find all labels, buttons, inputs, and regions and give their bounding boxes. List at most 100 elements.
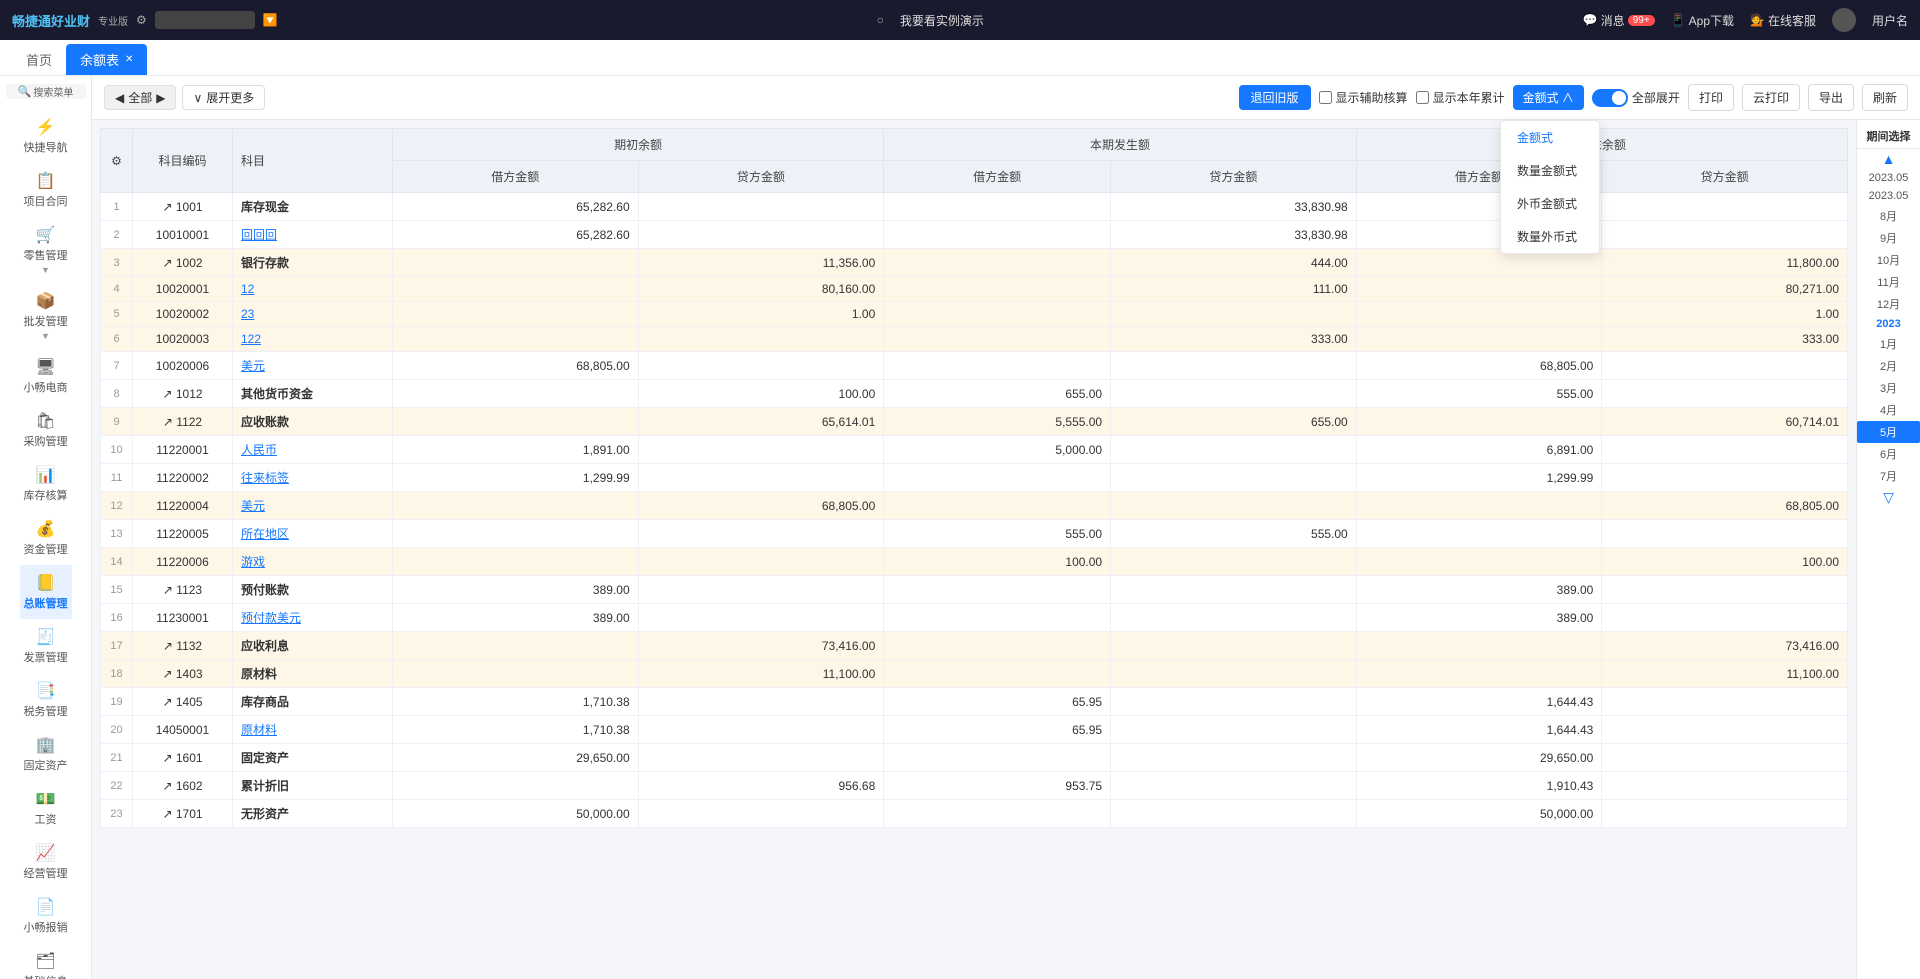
- toggle-control[interactable]: [1592, 89, 1628, 107]
- sidebar-item-基础信息[interactable]: 🗂 基础信息: [20, 943, 72, 979]
- dropdown-option-数量金额式[interactable]: 数量金额式: [1501, 154, 1599, 187]
- row-per-credit: [1111, 716, 1357, 744]
- expand-more-btn[interactable]: ∨ 展开更多: [182, 85, 265, 110]
- ytd-checkbox[interactable]: [1416, 91, 1429, 104]
- row-name[interactable]: 回回回: [233, 221, 393, 249]
- row-per-debit: 65.95: [884, 688, 1111, 716]
- row-code[interactable]: 11220002: [133, 464, 233, 492]
- period-month-8[interactable]: 8月: [1857, 205, 1920, 227]
- next-icon: ▶: [156, 91, 165, 105]
- message-btn[interactable]: 💬 消息 99+: [1583, 12, 1655, 29]
- sidebar-item-总账管理[interactable]: 📒 总账管理: [20, 565, 72, 619]
- print-btn[interactable]: 打印: [1688, 84, 1734, 111]
- row-name[interactable]: 原材料: [233, 716, 393, 744]
- row-per-credit: 444.00: [1111, 249, 1357, 277]
- row-code[interactable]: 11220006: [133, 548, 233, 576]
- row-op-credit: [638, 221, 884, 249]
- demo-text[interactable]: 我要看实例演示: [900, 12, 984, 29]
- row-num: 21: [101, 744, 133, 772]
- row-code[interactable]: 11220005: [133, 520, 233, 548]
- row-cl-credit: [1602, 380, 1848, 408]
- back-old-version-btn[interactable]: 退回旧版: [1239, 85, 1311, 110]
- sidebar-item-库存核算[interactable]: 📊 库存核算: [20, 457, 72, 511]
- sidebar-item-资金管理[interactable]: 💰 资金管理: [20, 511, 72, 565]
- row-name[interactable]: 往来标签: [233, 464, 393, 492]
- period-month-4[interactable]: 4月: [1857, 399, 1920, 421]
- period-month-6[interactable]: 6月: [1857, 443, 1920, 465]
- period-month-9[interactable]: 9月: [1857, 227, 1920, 249]
- tab-balance-sheet[interactable]: 余额表 ✕: [66, 44, 147, 75]
- period-collapse-up[interactable]: ▲: [1857, 149, 1920, 169]
- row-code[interactable]: 11230001: [133, 604, 233, 632]
- row-name[interactable]: 游戏: [233, 548, 393, 576]
- period-month-2[interactable]: 2月: [1857, 355, 1920, 377]
- sidebar-item-税务管理[interactable]: 📑 税务管理: [20, 673, 72, 727]
- period-month-10[interactable]: 10月: [1857, 249, 1920, 271]
- row-name[interactable]: 12: [233, 277, 393, 302]
- sidebar-item-小畅电商[interactable]: 🖥 小畅电商: [20, 349, 72, 403]
- row-code[interactable]: 10020002: [133, 302, 233, 327]
- row-per-credit: [1111, 632, 1357, 660]
- app-download-btn[interactable]: 📱 App下载: [1671, 12, 1734, 29]
- dropdown-option-数量外币式[interactable]: 数量外币式: [1501, 220, 1599, 253]
- row-code[interactable]: 10020001: [133, 277, 233, 302]
- row-op-debit: [393, 772, 639, 800]
- period-year-2023-label: 2023: [1857, 315, 1920, 333]
- period-month-1[interactable]: 1月: [1857, 333, 1920, 355]
- row-code[interactable]: 11220004: [133, 492, 233, 520]
- user-avatar[interactable]: [1832, 8, 1856, 32]
- row-name[interactable]: 人民币: [233, 436, 393, 464]
- search-menu-btn[interactable]: 🔍 搜索菜单: [6, 84, 86, 99]
- online-service-btn[interactable]: 💁 在线客服: [1750, 12, 1816, 29]
- demo-section: ○ 我要看实例演示: [877, 12, 984, 29]
- row-code[interactable]: 14050001: [133, 716, 233, 744]
- row-name[interactable]: 122: [233, 327, 393, 352]
- row-name[interactable]: 美元: [233, 352, 393, 380]
- row-cl-credit: [1602, 604, 1848, 632]
- period-month-11[interactable]: 11月: [1857, 271, 1920, 293]
- sidebar-item-采购管理[interactable]: 🛍 采购管理: [20, 403, 72, 457]
- sidebar-item-工资[interactable]: 💵 工资: [20, 781, 72, 835]
- export-btn[interactable]: 导出: [1808, 84, 1854, 111]
- sidebar-item-快捷导航[interactable]: ⚡ 快捷导航: [20, 109, 72, 163]
- row-code[interactable]: 10020006: [133, 352, 233, 380]
- sidebar-item-零售管理[interactable]: 🛒 零售管理 ▼: [20, 217, 72, 283]
- sidebar-label: 采购管理: [24, 433, 68, 449]
- settings-icon[interactable]: ⚙: [136, 13, 147, 27]
- row-name[interactable]: 预付款美元: [233, 604, 393, 632]
- period-month-7[interactable]: 7月: [1857, 465, 1920, 487]
- period-month-12[interactable]: 12月: [1857, 293, 1920, 315]
- dropdown-option-外币金额式[interactable]: 外币金额式: [1501, 187, 1599, 220]
- show-ytd-check[interactable]: 显示本年累计: [1416, 89, 1505, 106]
- sidebar-item-发票管理[interactable]: 🧾 发票管理: [20, 619, 72, 673]
- row-code[interactable]: 11220001: [133, 436, 233, 464]
- row-code[interactable]: 10010001: [133, 221, 233, 249]
- all-filter-btn[interactable]: ◀ 全部 ▶: [104, 85, 176, 110]
- expand-all-toggle[interactable]: 全部展开: [1592, 89, 1680, 107]
- sidebar-item-经营管理[interactable]: 📈 经营管理: [20, 835, 72, 889]
- sidebar-icon: 📑: [36, 681, 56, 701]
- cloud-print-btn[interactable]: 云打印: [1742, 84, 1800, 111]
- sidebar-item-项目合同[interactable]: 📋 项目合同: [20, 163, 72, 217]
- auxiliary-checkbox[interactable]: [1319, 91, 1332, 104]
- row-num: 20: [101, 716, 133, 744]
- sidebar-item-批发管理[interactable]: 📦 批发管理 ▼: [20, 283, 72, 349]
- period-month-5[interactable]: 5月: [1857, 421, 1920, 443]
- row-name[interactable]: 所在地区: [233, 520, 393, 548]
- period-month-3[interactable]: 3月: [1857, 377, 1920, 399]
- dropdown-option-金额式[interactable]: 金额式: [1501, 121, 1599, 154]
- refresh-btn[interactable]: 刷新: [1862, 84, 1908, 111]
- row-name[interactable]: 美元: [233, 492, 393, 520]
- sidebar-item-固定资产[interactable]: 🏢 固定资产: [20, 727, 72, 781]
- row-num: 2: [101, 221, 133, 249]
- amount-type-dropdown[interactable]: 金额式 ∧: [1513, 85, 1584, 110]
- sidebar-icon: 📋: [36, 171, 56, 191]
- tab-close-icon[interactable]: ✕: [125, 54, 133, 65]
- row-code[interactable]: 10020003: [133, 327, 233, 352]
- period-collapse-down[interactable]: ▽: [1857, 487, 1920, 508]
- row-op-debit: 389.00: [393, 604, 639, 632]
- sidebar-item-小畅报销[interactable]: 📄 小畅报销: [20, 889, 72, 943]
- tab-home[interactable]: 首页: [12, 44, 66, 75]
- row-name[interactable]: 23: [233, 302, 393, 327]
- show-auxiliary-check[interactable]: 显示辅助核算: [1319, 89, 1408, 106]
